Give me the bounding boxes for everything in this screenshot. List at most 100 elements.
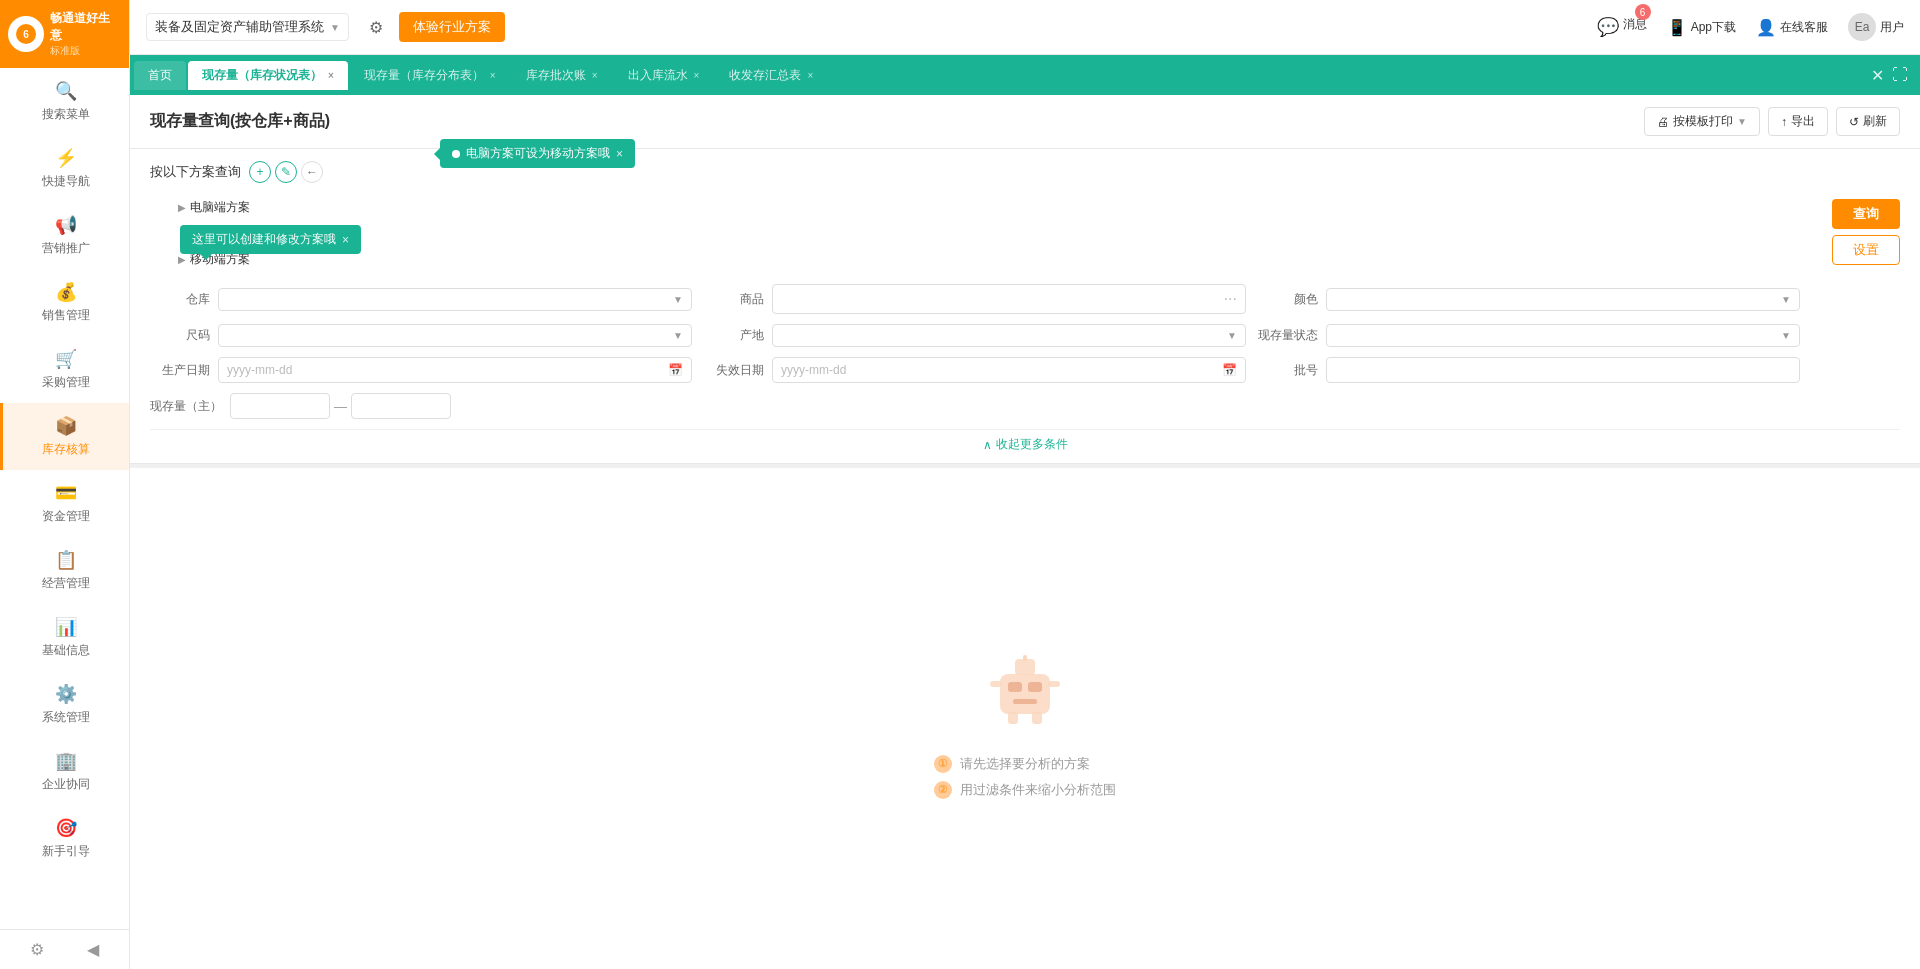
collapse-btn[interactable]: ◀ [87,940,99,959]
tab-in-out-flow-label: 出入库流水 [628,67,688,84]
filter-buttons: 查询 设置 [1832,199,1900,265]
sidebar-label-system: 系统管理 [42,709,90,726]
close-all-tabs-icon[interactable]: ✕ [1871,66,1884,85]
avatar: Ea [1848,13,1876,41]
message-btn[interactable]: 💬 6 消息 [1597,16,1647,38]
filter-field-goods: 商品 ··· [704,284,1246,314]
svg-rect-3 [1008,682,1022,692]
collapse-bar[interactable]: ∧ 收起更多条件 [150,429,1900,459]
scheme-mobile[interactable]: ▶ 移动端方案 [170,247,1900,272]
warehouse-select[interactable]: ▼ [218,288,692,311]
produce-date-start[interactable]: yyyy-mm-dd 📅 [218,357,692,383]
scheme-desktop[interactable]: ▶ 电脑端方案 [170,195,1900,220]
size-label: 尺码 [150,327,210,344]
sidebar-item-operation[interactable]: 📋 经营管理 [0,537,129,604]
svg-rect-6 [1015,659,1035,675]
sidebar-item-company[interactable]: 🏢 企业协同 [0,738,129,805]
page-header: 现存量查询(按仓库+商品) 🖨 按模板打印 ▼ ↑ 导出 ↺ 刷新 [130,95,1920,149]
filter-actions: + ✎ ← [249,161,323,183]
scheme-desktop-label: 电脑端方案 [190,199,250,216]
gear-icon[interactable]: ⚙ [369,18,383,37]
scheme-list-container: 这里可以创建和修改方案哦 × ▶ 电脑端方案 ▶ 按照品 ▶ [170,195,1900,272]
tab-close-inventory-status[interactable]: × [328,70,334,81]
tab-recv-send[interactable]: 收发存汇总表 × [715,61,827,90]
fullscreen-icon[interactable]: ⛶ [1892,66,1908,85]
svg-rect-8 [990,681,1002,687]
origin-select[interactable]: ▼ [772,324,1246,347]
produce-date-placeholder: yyyy-mm-dd [227,363,292,377]
industry-btn[interactable]: 体验行业方案 [399,12,505,42]
guide-icon: 🎯 [55,817,77,839]
sidebar-item-guide[interactable]: 🎯 新手引导 [0,805,129,872]
export-btn[interactable]: ↑ 导出 [1768,107,1828,136]
tip-text-2: 用过滤条件来缩小分析范围 [960,781,1116,799]
sidebar-item-sales[interactable]: 💰 销售管理 [0,269,129,336]
tab-in-out-flow[interactable]: 出入库流水 × [614,61,714,90]
sidebar-item-system[interactable]: ⚙️ 系统管理 [0,671,129,738]
sidebar-item-basic[interactable]: 📊 基础信息 [0,604,129,671]
batch-input[interactable] [1326,357,1800,383]
scheme-desktop-items: ▶ 按照品 [190,222,1900,247]
online-service-btn[interactable]: 👤 在线客服 [1756,18,1828,37]
size-arrow-icon: ▼ [673,330,683,341]
tooltip1-close[interactable]: × [616,147,623,161]
system-name: 装备及固定资产辅助管理系统 [155,18,324,36]
size-select[interactable]: ▼ [218,324,692,347]
app-download-btn[interactable]: 📱 App下载 [1667,18,1736,37]
sidebar-item-quick-nav[interactable]: ⚡ 快捷导航 [0,135,129,202]
filter-area: 按以下方案查询 + ✎ ← 电脑方案可设为移动方案哦 × [130,149,1920,464]
stock-status-select[interactable]: ▼ [1326,324,1800,347]
sidebar-item-purchase[interactable]: 🛒 采购管理 [0,336,129,403]
query-btn[interactable]: 查询 [1832,199,1900,229]
reset-btn[interactable]: 设置 [1832,235,1900,265]
svg-rect-5 [1013,699,1037,704]
user-label: 用户 [1880,19,1904,36]
color-arrow-icon: ▼ [1781,294,1791,305]
add-scheme-btn[interactable]: + [249,161,271,183]
sidebar-label-marketing: 营销推广 [42,240,90,257]
stock-range: — [230,393,696,419]
tab-close-recv-send[interactable]: × [807,70,813,81]
warehouse-label: 仓库 [150,291,210,308]
logo-text: 畅通道好生意 [50,10,121,44]
refresh-btn[interactable]: ↺ 刷新 [1836,107,1900,136]
goods-select[interactable]: ··· [772,284,1246,314]
expire-date-start[interactable]: yyyy-mm-dd 📅 [772,357,1246,383]
color-label: 颜色 [1258,291,1318,308]
expire-date-placeholder: yyyy-mm-dd [781,363,846,377]
tab-close-batch-ledger[interactable]: × [592,70,598,81]
tab-close-inventory-dist[interactable]: × [490,70,496,81]
sidebar-item-inventory[interactable]: 📦 库存核算 [0,403,129,470]
sidebar-item-marketing[interactable]: 📢 营销推广 [0,202,129,269]
back-scheme-btn[interactable]: ← [301,161,323,183]
tab-inventory-dist[interactable]: 现存量（库存分布表） × [350,61,510,90]
stock-min-input[interactable] [230,393,330,419]
settings-btn[interactable]: ⚙ [30,940,44,959]
sidebar-footer: ⚙ ◀ [0,929,129,969]
template-print-btn[interactable]: 🖨 按模板打印 ▼ [1644,107,1760,136]
svg-rect-4 [1028,682,1042,692]
stock-max-input[interactable] [351,393,451,419]
system-icon: ⚙️ [55,683,77,705]
tab-close-in-out-flow[interactable]: × [694,70,700,81]
goods-dots-icon: ··· [1224,290,1237,308]
tab-inventory-status[interactable]: 现存量（库存状况表） × [188,61,348,90]
sidebar: 6 畅通道好生意 标准版 🔍 搜索菜单 ⚡ 快捷导航 📢 营销推广 💰 销售管理… [0,0,130,969]
system-selector[interactable]: 装备及固定资产辅助管理系统 ▼ [146,13,349,41]
filter-row-1: 仓库 ▼ 商品 ··· 颜色 [150,284,1800,314]
sidebar-item-finance[interactable]: 💳 资金管理 [0,470,129,537]
logo-badge: 标准版 [50,44,121,58]
scheme-desktop-item-0[interactable]: ▶ 按照品 [190,222,1900,247]
origin-label: 产地 [704,327,764,344]
tooltip1-dot [452,150,460,158]
sidebar-item-search[interactable]: 🔍 搜索菜单 [0,68,129,135]
message-badge: 6 [1635,4,1651,20]
tab-home[interactable]: 首页 [134,61,186,90]
filter-field-origin: 产地 ▼ [704,324,1246,347]
color-select[interactable]: ▼ [1326,288,1800,311]
tab-batch-ledger[interactable]: 库存批次账 × [512,61,612,90]
user-btn[interactable]: Ea 用户 [1848,13,1904,41]
edit-scheme-btn[interactable]: ✎ [275,161,297,183]
sidebar-nav: 🔍 搜索菜单 ⚡ 快捷导航 📢 营销推广 💰 销售管理 🛒 采购管理 📦 库存核… [0,68,129,929]
tooltip2-close[interactable]: × [342,233,349,247]
